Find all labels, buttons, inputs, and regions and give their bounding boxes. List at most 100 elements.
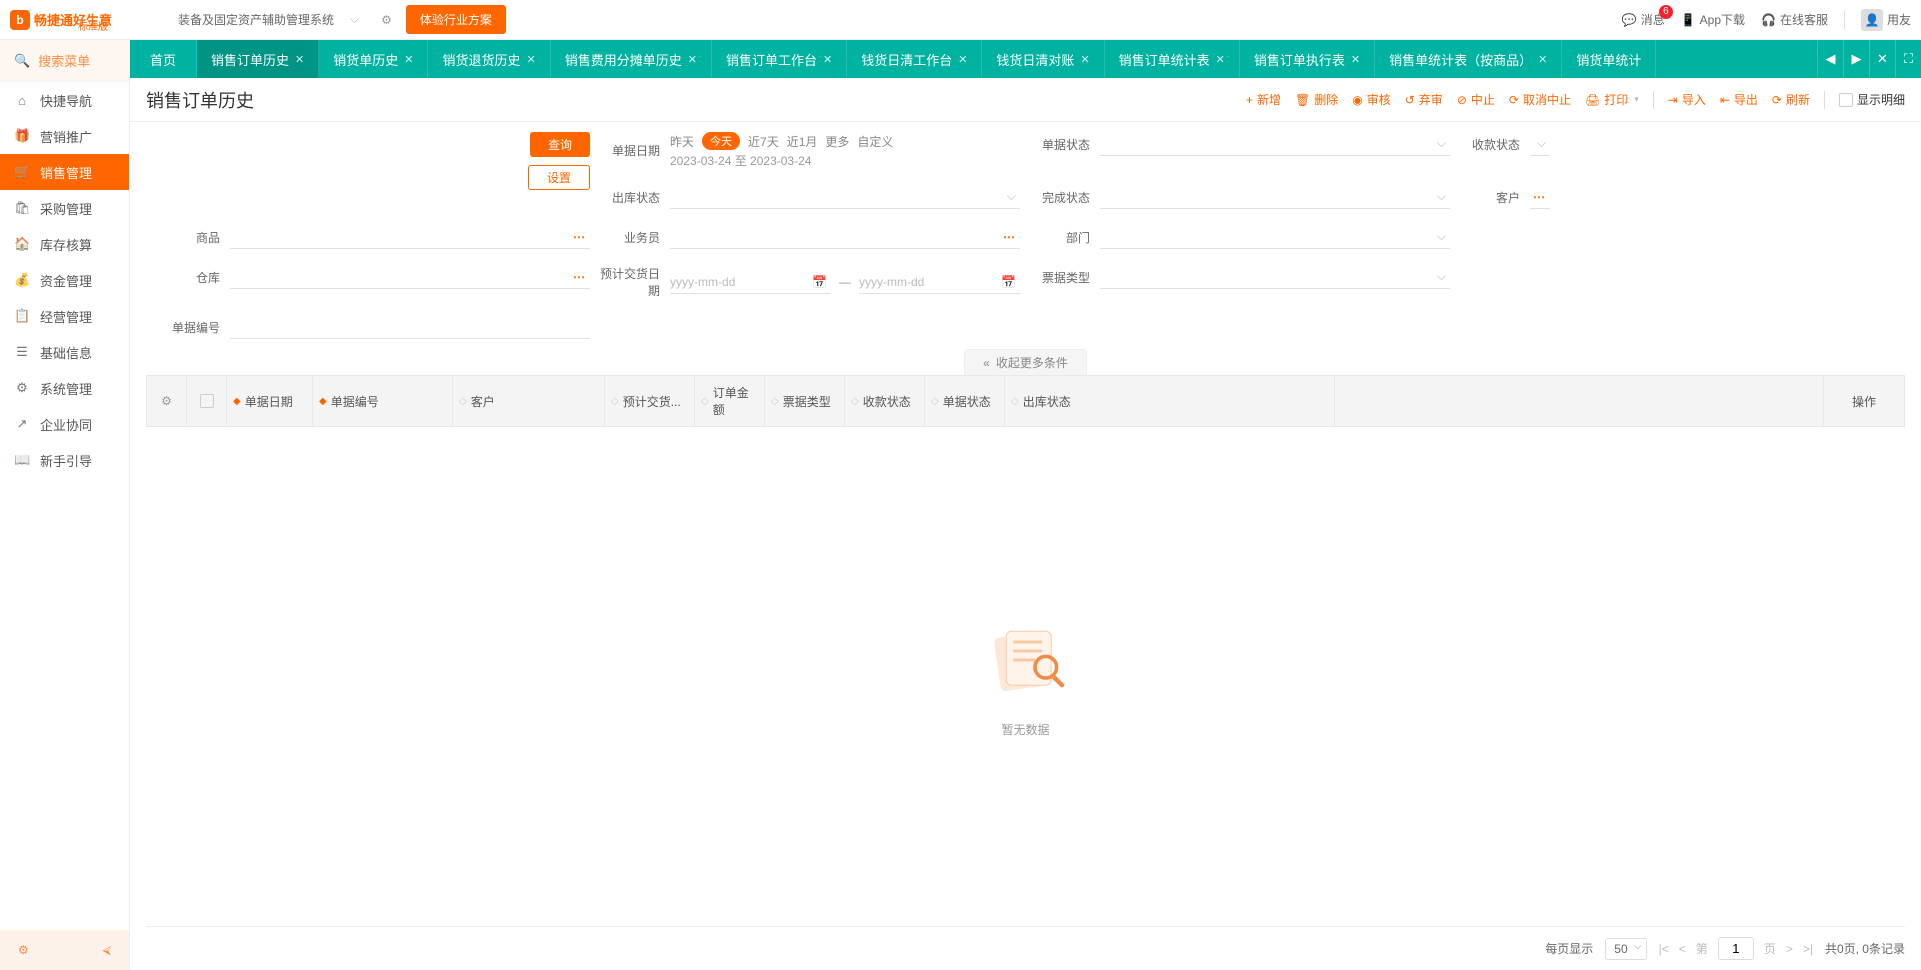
- user-menu[interactable]: 👤 用友: [1861, 9, 1911, 31]
- system-selector[interactable]: 装备及固定资产辅助管理系统 ⌵ ⚙: [178, 11, 392, 28]
- messages-button[interactable]: 💬 消息 6: [1622, 11, 1665, 28]
- col-customer[interactable]: ◇客户: [453, 376, 605, 426]
- tab-sales-doc-stats-product[interactable]: 销售单统计表（按商品）✕: [1375, 40, 1562, 78]
- delete-button[interactable]: 🗑删除: [1295, 91, 1338, 108]
- filter-product[interactable]: 商品⋯: [150, 225, 590, 249]
- filter-invoice-type[interactable]: 票据类型⌵: [1020, 265, 1450, 289]
- settings-button[interactable]: 设置: [528, 165, 590, 190]
- tab-home[interactable]: 首页: [130, 40, 197, 78]
- table-settings-button[interactable]: ⚙: [147, 376, 187, 426]
- page-prev-button[interactable]: <: [1679, 942, 1686, 956]
- sidebar-item-basedata[interactable]: ☰基础信息: [0, 334, 129, 370]
- close-icon[interactable]: ✕: [1351, 53, 1360, 66]
- tab-sales-return-history[interactable]: 销货退货历史✕: [428, 40, 550, 78]
- import-button[interactable]: ⇥导入: [1668, 91, 1706, 108]
- tab-sales-order-history[interactable]: 销售订单历史✕: [197, 40, 319, 78]
- sidebar-item-inventory[interactable]: 🏠库存核算: [0, 226, 129, 262]
- tab-sales-doc-stats[interactable]: 销货单统计: [1562, 40, 1656, 78]
- per-page-select[interactable]: 50: [1605, 938, 1646, 960]
- audit-button[interactable]: ◉审核: [1352, 91, 1391, 108]
- col-doc-date[interactable]: ◆单据日期: [227, 376, 313, 426]
- sidebar-bottom: ⚙ ⮘: [0, 930, 129, 970]
- pagination-bar: 每页显示 50 |< < 第 页 > >| 共0页, 0条记录: [146, 926, 1905, 970]
- close-icon[interactable]: ✕: [958, 53, 967, 66]
- close-icon[interactable]: ✕: [1080, 53, 1089, 66]
- filter-finish-status[interactable]: 完成状态⌵: [1020, 185, 1450, 209]
- discard-button[interactable]: ↺弃审: [1405, 91, 1443, 108]
- tab-daily-clear-recon[interactable]: 钱货日清对账✕: [982, 40, 1104, 78]
- filter-pay-status[interactable]: 收款状态⌵: [1450, 132, 1550, 156]
- col-pay-status[interactable]: ◇收款状态: [845, 376, 925, 426]
- collapse-filters-button[interactable]: «收起更多条件: [964, 349, 1087, 375]
- more-icon[interactable]: ⋯: [1003, 230, 1016, 244]
- collapse-icon[interactable]: ⮘: [102, 943, 111, 958]
- close-icon[interactable]: ✕: [1216, 53, 1225, 66]
- show-detail-checkbox[interactable]: 显示明细: [1839, 91, 1905, 108]
- col-doc-num[interactable]: ◆单据编号: [313, 376, 453, 426]
- close-icon[interactable]: ✕: [1538, 53, 1547, 66]
- tabs-scroll-right[interactable]: ▶: [1843, 40, 1869, 78]
- query-button[interactable]: 查询: [530, 132, 590, 157]
- sidebar-item-purchase[interactable]: 🛍采购管理: [0, 190, 129, 226]
- col-invoice-type[interactable]: ◇票据类型: [765, 376, 845, 426]
- sidebar-search[interactable]: 🔍 搜索菜单: [0, 40, 129, 82]
- close-icon[interactable]: ✕: [295, 53, 304, 66]
- tab-sales-doc-history[interactable]: 销货单历史✕: [319, 40, 428, 78]
- select-all-checkbox[interactable]: [187, 376, 227, 426]
- tab-sales-order-stats[interactable]: 销售订单统计表✕: [1105, 40, 1240, 78]
- filter-salesman[interactable]: 业务员⋯: [590, 225, 1020, 249]
- page-input[interactable]: [1718, 937, 1754, 960]
- sidebar-item-guide[interactable]: 📖新手引导: [0, 442, 129, 478]
- page-last-button[interactable]: >|: [1803, 942, 1813, 956]
- plan-date-to[interactable]: yyyy-mm-dd📅: [859, 270, 1020, 294]
- sidebar-item-system[interactable]: ⚙系统管理: [0, 370, 129, 406]
- add-button[interactable]: +新增: [1246, 91, 1281, 108]
- gear-icon[interactable]: ⚙: [381, 13, 392, 27]
- gear-icon[interactable]: ⚙: [18, 943, 29, 957]
- filter-out-status[interactable]: 出库状态⌵: [590, 185, 1020, 209]
- close-icon[interactable]: ✕: [527, 53, 536, 66]
- date-range-tabs[interactable]: 昨天 今天 近7天 近1月 更多 自定义: [670, 132, 893, 150]
- filter-dept[interactable]: 部门⌵: [1020, 225, 1450, 249]
- page-next-button[interactable]: >: [1786, 942, 1793, 956]
- sidebar-item-quicknav[interactable]: ⌂快捷导航: [0, 82, 129, 118]
- col-doc-status[interactable]: ◇单据状态: [925, 376, 1005, 426]
- close-icon[interactable]: ✕: [404, 53, 413, 66]
- col-delivery-date[interactable]: ◇预计交货...: [605, 376, 695, 426]
- date-today-pill[interactable]: 今天: [702, 132, 740, 150]
- app-download-button[interactable]: 📱 App下载: [1681, 11, 1745, 28]
- tabs-scroll-left[interactable]: ◀: [1817, 40, 1843, 78]
- col-amount[interactable]: ◇订单金额: [695, 376, 765, 426]
- filter-warehouse[interactable]: 仓库⋯: [150, 265, 590, 289]
- plan-date-from[interactable]: yyyy-mm-dd📅: [670, 270, 831, 294]
- col-out-status[interactable]: ◇出库状态: [1005, 376, 1335, 426]
- more-icon[interactable]: ⋯: [573, 230, 586, 244]
- refresh-button[interactable]: ⟳刷新: [1772, 91, 1810, 108]
- logo-subtext: 标准版: [78, 18, 108, 33]
- export-button[interactable]: ⇤导出: [1720, 91, 1758, 108]
- filter-doc-no[interactable]: 单据编号: [150, 315, 590, 339]
- sidebar-item-marketing[interactable]: 🎁营销推广: [0, 118, 129, 154]
- online-service-button[interactable]: 🎧 在线客服: [1761, 11, 1828, 28]
- filter-doc-status[interactable]: 单据状态⌵: [1020, 132, 1450, 156]
- close-icon[interactable]: ✕: [688, 53, 697, 66]
- fullscreen-button[interactable]: ⛶: [1895, 40, 1921, 78]
- tab-daily-clear-workbench[interactable]: 钱货日清工作台✕: [847, 40, 982, 78]
- trial-button[interactable]: 体验行业方案: [406, 5, 506, 34]
- sidebar-item-enterprise[interactable]: ↗企业协同: [0, 406, 129, 442]
- tab-sales-order-exec[interactable]: 销售订单执行表✕: [1240, 40, 1375, 78]
- tabs-close-all[interactable]: ✕: [1869, 40, 1895, 78]
- tab-sales-fee-alloc-history[interactable]: 销售费用分摊单历史✕: [551, 40, 712, 78]
- tab-sales-order-workbench[interactable]: 销售订单工作台✕: [712, 40, 847, 78]
- filter-customer[interactable]: 客户⋯: [1450, 185, 1550, 209]
- sidebar-item-sales[interactable]: 🛒销售管理: [0, 154, 129, 190]
- print-button[interactable]: 🖨打印▾: [1585, 91, 1639, 108]
- stop-button[interactable]: ⊘中止: [1457, 91, 1495, 108]
- more-icon[interactable]: ⋯: [1533, 190, 1546, 204]
- more-icon[interactable]: ⋯: [573, 270, 586, 284]
- sidebar-item-operations[interactable]: 📋经营管理: [0, 298, 129, 334]
- close-icon[interactable]: ✕: [823, 53, 832, 66]
- unstop-button[interactable]: ⟳取消中止: [1509, 91, 1571, 108]
- sidebar-item-funds[interactable]: 💰资金管理: [0, 262, 129, 298]
- page-first-button[interactable]: |<: [1659, 942, 1669, 956]
